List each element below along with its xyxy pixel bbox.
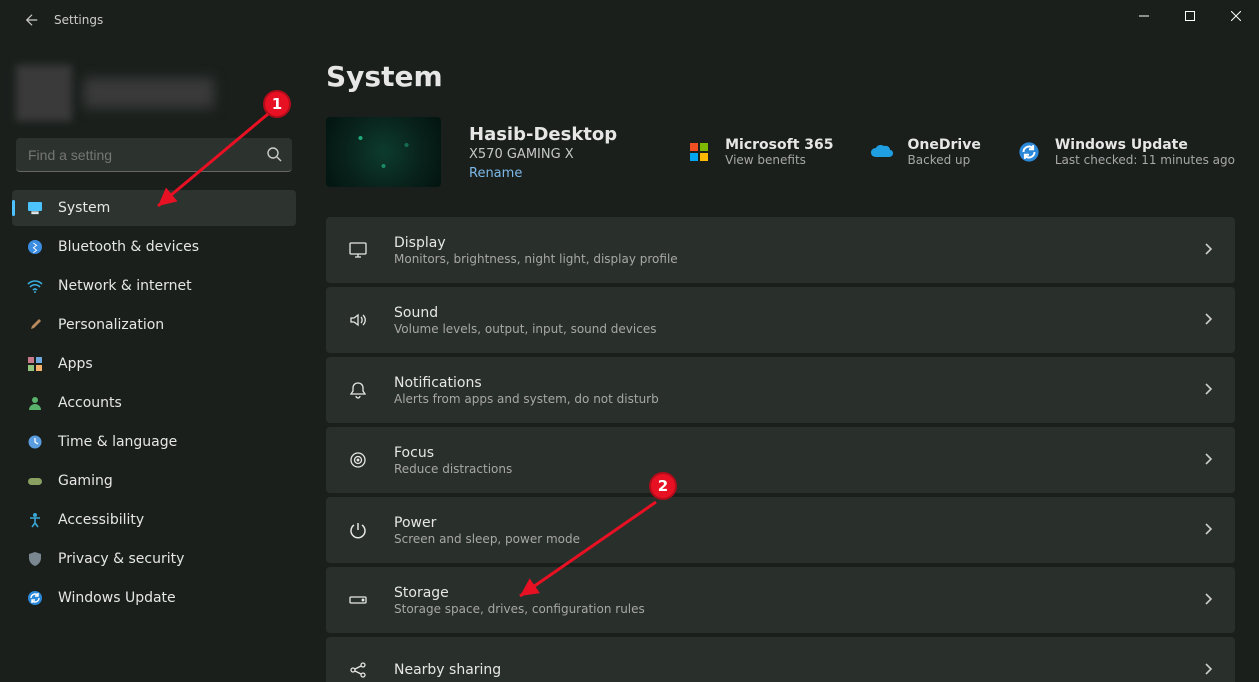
gaming-icon — [26, 472, 44, 490]
service-subtitle: Last checked: 11 minutes ago — [1055, 153, 1235, 167]
service-windows-update[interactable]: Windows UpdateLast checked: 11 minutes a… — [1015, 137, 1235, 167]
nav: System Bluetooth & devices Network & inter… — [12, 190, 296, 616]
service-subtitle: View benefits — [725, 153, 833, 167]
chevron-right-icon — [1201, 311, 1215, 330]
service-subtitle: Backed up — [908, 153, 981, 167]
titlebar: Settings — [0, 0, 1259, 40]
device-text: Hasib-Desktop X570 GAMING X Rename — [469, 124, 617, 181]
sidebar-item-personalization[interactable]: Personalization — [12, 307, 296, 343]
service-onedrive[interactable]: OneDriveBacked up — [868, 137, 981, 167]
focus-icon — [344, 450, 372, 470]
sidebar-item-windows-update[interactable]: Windows Update — [12, 580, 296, 616]
setting-subtitle: Volume levels, output, input, sound devi… — [394, 322, 1201, 336]
device-name: Hasib-Desktop — [469, 124, 617, 145]
clock-icon — [26, 433, 44, 451]
minimize-button[interactable] — [1121, 0, 1167, 32]
chevron-right-icon — [1201, 591, 1215, 610]
back-button[interactable] — [20, 8, 44, 32]
sidebar-item-apps[interactable]: Apps — [12, 346, 296, 382]
info-row: Hasib-Desktop X570 GAMING X Rename Micro… — [326, 117, 1235, 187]
sidebar-item-label: Apps — [58, 356, 93, 372]
sidebar-item-label: Accounts — [58, 395, 122, 411]
sidebar-item-label: Gaming — [58, 473, 113, 489]
setting-subtitle: Alerts from apps and system, do not dist… — [394, 392, 1201, 406]
annotation-arrow-1 — [150, 108, 290, 228]
sidebar-item-label: Windows Update — [58, 590, 176, 606]
setting-title: Display — [394, 235, 1201, 251]
monitor-icon — [26, 199, 44, 217]
sidebar-item-bluetooth-devices[interactable]: Bluetooth & devices — [12, 229, 296, 265]
shield-icon — [26, 550, 44, 568]
accessibility-icon — [26, 511, 44, 529]
sound-icon — [344, 310, 372, 330]
service-title: OneDrive — [908, 137, 981, 153]
chevron-right-icon — [1201, 661, 1215, 680]
setting-title: Sound — [394, 305, 1201, 321]
sidebar-item-label: Time & language — [58, 434, 177, 450]
sidebar-item-accounts[interactable]: Accounts — [12, 385, 296, 421]
chevron-right-icon — [1201, 241, 1215, 260]
sidebar-item-network-internet[interactable]: Network & internet — [12, 268, 296, 304]
setting-display[interactable]: DisplayMonitors, brightness, night light… — [326, 217, 1235, 283]
setting-subtitle: Reduce distractions — [394, 462, 1201, 476]
update-icon — [1015, 138, 1043, 166]
app-title: Settings — [54, 13, 103, 27]
setting-notifications[interactable]: NotificationsAlerts from apps and system… — [326, 357, 1235, 423]
display-icon — [344, 240, 372, 260]
wifi-icon — [26, 277, 44, 295]
update-icon — [26, 589, 44, 607]
sidebar-item-gaming[interactable]: Gaming — [12, 463, 296, 499]
setting-title: Focus — [394, 445, 1201, 461]
setting-focus[interactable]: FocusReduce distractions — [326, 427, 1235, 493]
setting-power[interactable]: PowerScreen and sleep, power mode — [326, 497, 1235, 563]
setting-sound[interactable]: SoundVolume levels, output, input, sound… — [326, 287, 1235, 353]
close-button[interactable] — [1213, 0, 1259, 32]
sidebar-item-label: Personalization — [58, 317, 164, 333]
sidebar-item-time-language[interactable]: Time & language — [12, 424, 296, 460]
ms365-icon — [685, 138, 713, 166]
setting-nearby-sharing[interactable]: Nearby sharing — [326, 637, 1235, 682]
service-microsoft-[interactable]: Microsoft 365View benefits — [685, 137, 833, 167]
apps-icon — [26, 355, 44, 373]
setting-title: Notifications — [394, 375, 1201, 391]
sidebar-item-label: System — [58, 200, 110, 216]
brush-icon — [26, 316, 44, 334]
sidebar-item-label: Accessibility — [58, 512, 144, 528]
annotation-arrow-2 — [510, 492, 680, 612]
sidebar-item-accessibility[interactable]: Accessibility — [12, 502, 296, 538]
sidebar-item-label: Bluetooth & devices — [58, 239, 199, 255]
settings-list: DisplayMonitors, brightness, night light… — [326, 217, 1235, 682]
avatar — [16, 65, 72, 121]
storage-icon — [344, 590, 372, 610]
setting-storage[interactable]: StorageStorage space, drives, configurat… — [326, 567, 1235, 633]
setting-title: Nearby sharing — [394, 662, 1201, 678]
user-name-blurred — [84, 78, 214, 108]
person-icon — [26, 394, 44, 412]
chevron-right-icon — [1201, 451, 1215, 470]
main: System Hasib-Desktop X570 GAMING X Renam… — [308, 40, 1259, 682]
sidebar-item-label: Network & internet — [58, 278, 192, 294]
service-title: Microsoft 365 — [725, 137, 833, 153]
sidebar-item-privacy-security[interactable]: Privacy & security — [12, 541, 296, 577]
service-title: Windows Update — [1055, 137, 1235, 153]
bell-icon — [344, 380, 372, 400]
onedrive-icon — [868, 138, 896, 166]
power-icon — [344, 520, 372, 540]
share-icon — [344, 660, 372, 680]
sidebar-item-label: Privacy & security — [58, 551, 184, 567]
device-model: X570 GAMING X — [469, 147, 617, 162]
maximize-button[interactable] — [1167, 0, 1213, 32]
rename-link[interactable]: Rename — [469, 166, 617, 181]
bluetooth-icon — [26, 238, 44, 256]
device-wallpaper[interactable] — [326, 117, 441, 187]
setting-subtitle: Monitors, brightness, night light, displ… — [394, 252, 1201, 266]
chevron-right-icon — [1201, 381, 1215, 400]
chevron-right-icon — [1201, 521, 1215, 540]
page-title: System — [326, 60, 1235, 93]
